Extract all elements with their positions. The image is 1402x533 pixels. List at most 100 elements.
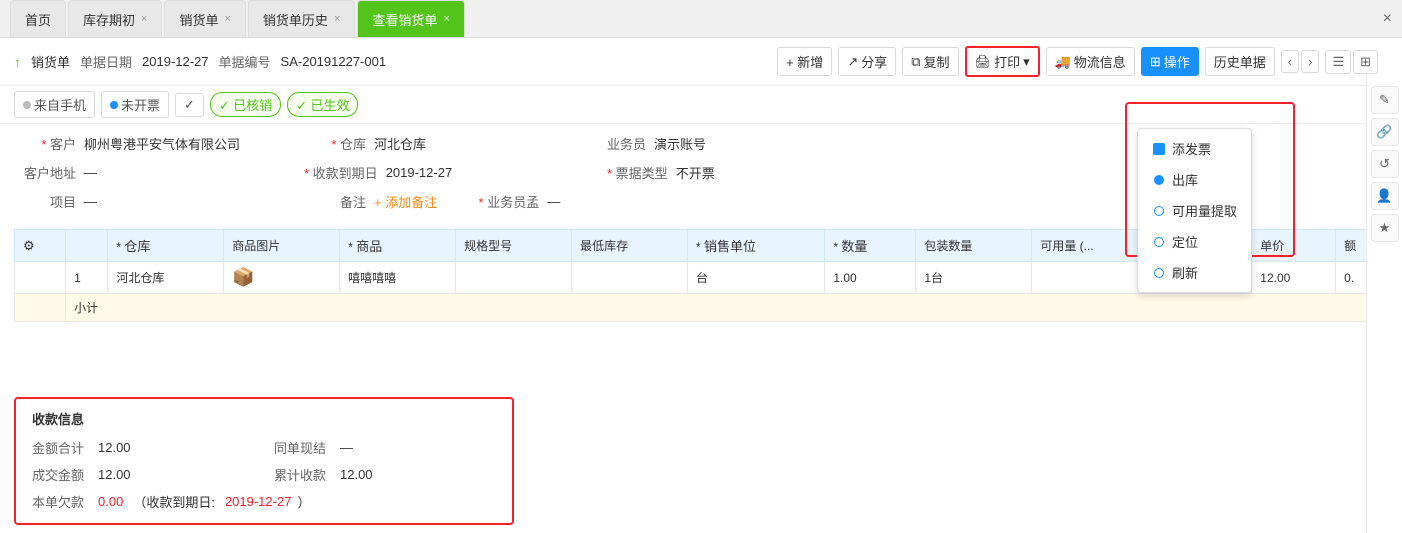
sidebar-star-button[interactable]: ★ [1371,214,1399,242]
col-spec: 规格型号 [456,230,572,262]
row-warehouse-cell: 河北仓库 [108,262,224,294]
dropdown-refresh[interactable]: 刷新 [1138,257,1251,288]
payment-info-panel: 收款信息 金额合计 12.00 同单现结 — 成交金额 12.00 累计收款 1… [14,397,514,525]
tab-inventory-close[interactable]: × [141,13,147,25]
dropdown-outbound[interactable]: 出库 [1138,164,1251,195]
ops-label: 操作 [1164,52,1190,71]
payment-info-title: 收款信息 [32,409,496,428]
project-row: 项目 — [14,192,264,211]
tab-view-sales[interactable]: 查看销货单 × [357,0,464,37]
from-phone-button[interactable]: 来自手机 [14,91,95,118]
payment-date-value: 2019-12-27 [386,165,566,180]
logistics-button[interactable]: 🚚 物流信息 [1046,47,1135,76]
transaction-amount-value: 12.00 [98,467,131,482]
col-min-stock: 最低库存 [572,230,688,262]
copy-label: 复制 [924,52,950,71]
tab-inventory-init[interactable]: 库存期初 × [68,0,162,37]
doc-number-value: SA-20191227-001 [281,54,387,69]
tab-history-close[interactable]: × [334,13,340,25]
print-label: 打印 [994,52,1020,71]
sidebar-edit-button[interactable]: ✎ [1371,86,1399,114]
customer-row: 客户 柳州粤港平安气体有限公司 [14,134,264,153]
grid-view-button[interactable]: ⊞ [1353,50,1378,74]
subtotal-settings-cell [15,294,66,322]
new-label: + 新增 [786,52,823,71]
confirm-button[interactable]: ✓ [175,93,204,117]
share-button[interactable]: ↗ 分享 [838,47,896,76]
cumulative-payment-value: 12.00 [340,467,373,482]
logistics-label: 物流信息 [1074,52,1126,71]
col-warehouse: * 仓库 [108,230,224,262]
verified-status-button[interactable]: ✓ 已核销 [210,92,281,117]
sidebar-user-button[interactable]: 👤 [1371,182,1399,210]
copy-icon: ⧉ [911,54,920,70]
refresh-sidebar-icon: ↺ [1379,156,1390,172]
right-sidebar: ✎ 🔗 ↺ 👤 ★ ⛶ [1366,76,1402,533]
new-button[interactable]: + 新增 [777,47,832,76]
print-dropdown-arrow: ▾ [1023,54,1030,70]
window-close-button[interactable]: × [1383,10,1392,28]
history-label: 历史单据 [1214,52,1266,71]
available-qty-icon [1152,204,1166,218]
ops-button[interactable]: ⊞ 操作 [1141,47,1199,76]
col-unit: * 销售单位 [688,230,825,262]
row-min-stock-cell [572,262,688,294]
col-settings[interactable]: ⚙ [15,230,66,262]
sidebar-link-button[interactable]: 🔗 [1371,118,1399,146]
tab-home[interactable]: 首页 [10,0,66,37]
tab-sales-order[interactable]: 销货单 × [164,0,245,37]
tab-view-close[interactable]: × [443,13,449,25]
doc-number-label: 单据编号 [219,52,271,71]
edit-icon: ✎ [1379,92,1390,108]
transaction-amount-row: 成交金额 12.00 [32,463,254,486]
staff-label: 业务员 [594,134,654,153]
next-button[interactable]: › [1301,50,1319,73]
effective-status-button[interactable]: ✓ 已生效 [287,92,358,117]
tab-bar: 首页 库存期初 × 销货单 × 销货单历史 × 查看销货单 × × [0,0,1402,38]
logistics-icon: 🚚 [1055,54,1071,70]
owed-close-paren: ） [297,492,310,511]
confirm-check-icon: ✓ [184,97,195,113]
user-icon: 👤 [1376,188,1392,204]
print-button[interactable]: 🖨 打印 ▾ [965,46,1040,77]
view-icons: ☰ ⊞ [1325,50,1378,74]
total-amount-value: 12.00 [98,440,131,455]
payment-date-label: 收款到期日 [304,163,386,182]
dropdown-locate[interactable]: 定位 [1138,226,1251,257]
list-view-button[interactable]: ☰ [1325,50,1351,74]
subtotal-row: 小计 [15,294,1388,322]
staff-value: 演示账号 [654,134,834,153]
tab-sales-history[interactable]: 销货单历史 × [248,0,355,37]
add-invoice-label: 添发票 [1172,139,1211,158]
dropdown-add-invoice[interactable]: 添发票 [1138,133,1251,164]
invoice-status-button[interactable]: 未开票 [101,91,169,118]
tab-inventory-label: 库存期初 [83,10,135,29]
dropdown-available-qty[interactable]: 可用量提取 [1138,195,1251,226]
prev-button[interactable]: ‹ [1281,50,1299,73]
customer-label: 客户 [14,134,84,153]
tab-sales-close[interactable]: × [224,13,230,25]
history-button[interactable]: 历史单据 [1205,47,1275,76]
transaction-amount-label: 成交金额 [32,465,92,484]
locate-label: 定位 [1172,232,1198,251]
invoice-status-label: 未开票 [121,95,160,114]
invoice-type-value: 不开票 [676,163,856,182]
doc-toolbar: + 新增 ↗ 分享 ⧉ 复制 🖨 打印 ▾ 🚚 物流信息 [767,46,1388,77]
copy-button[interactable]: ⧉ 复制 [902,47,958,76]
add-note-button[interactable]: + 添加备注 [374,192,437,211]
header-right-toolbar: + 新增 ↗ 分享 ⧉ 复制 🖨 打印 ▾ 🚚 物流信息 [767,46,1388,77]
cumulative-payment-label: 累计收款 [274,465,334,484]
total-amount-row: 金额合计 12.00 [32,436,254,459]
col-product-img: 商品图片 [224,230,340,262]
tab-sales-label: 销货单 [179,10,218,29]
note-label: 备注 [304,192,374,211]
project-value: — [84,194,264,209]
sidebar-refresh-button[interactable]: ↺ [1371,150,1399,178]
add-invoice-icon [1152,142,1166,156]
warehouse-label: 仓库 [304,134,374,153]
link-icon: 🔗 [1376,124,1392,140]
product-image-icon: 📦 [232,267,254,287]
star-icon: ★ [1379,220,1391,236]
tab-history-label: 销货单历史 [263,10,328,29]
current-owed-value: 0.00 [98,494,123,509]
